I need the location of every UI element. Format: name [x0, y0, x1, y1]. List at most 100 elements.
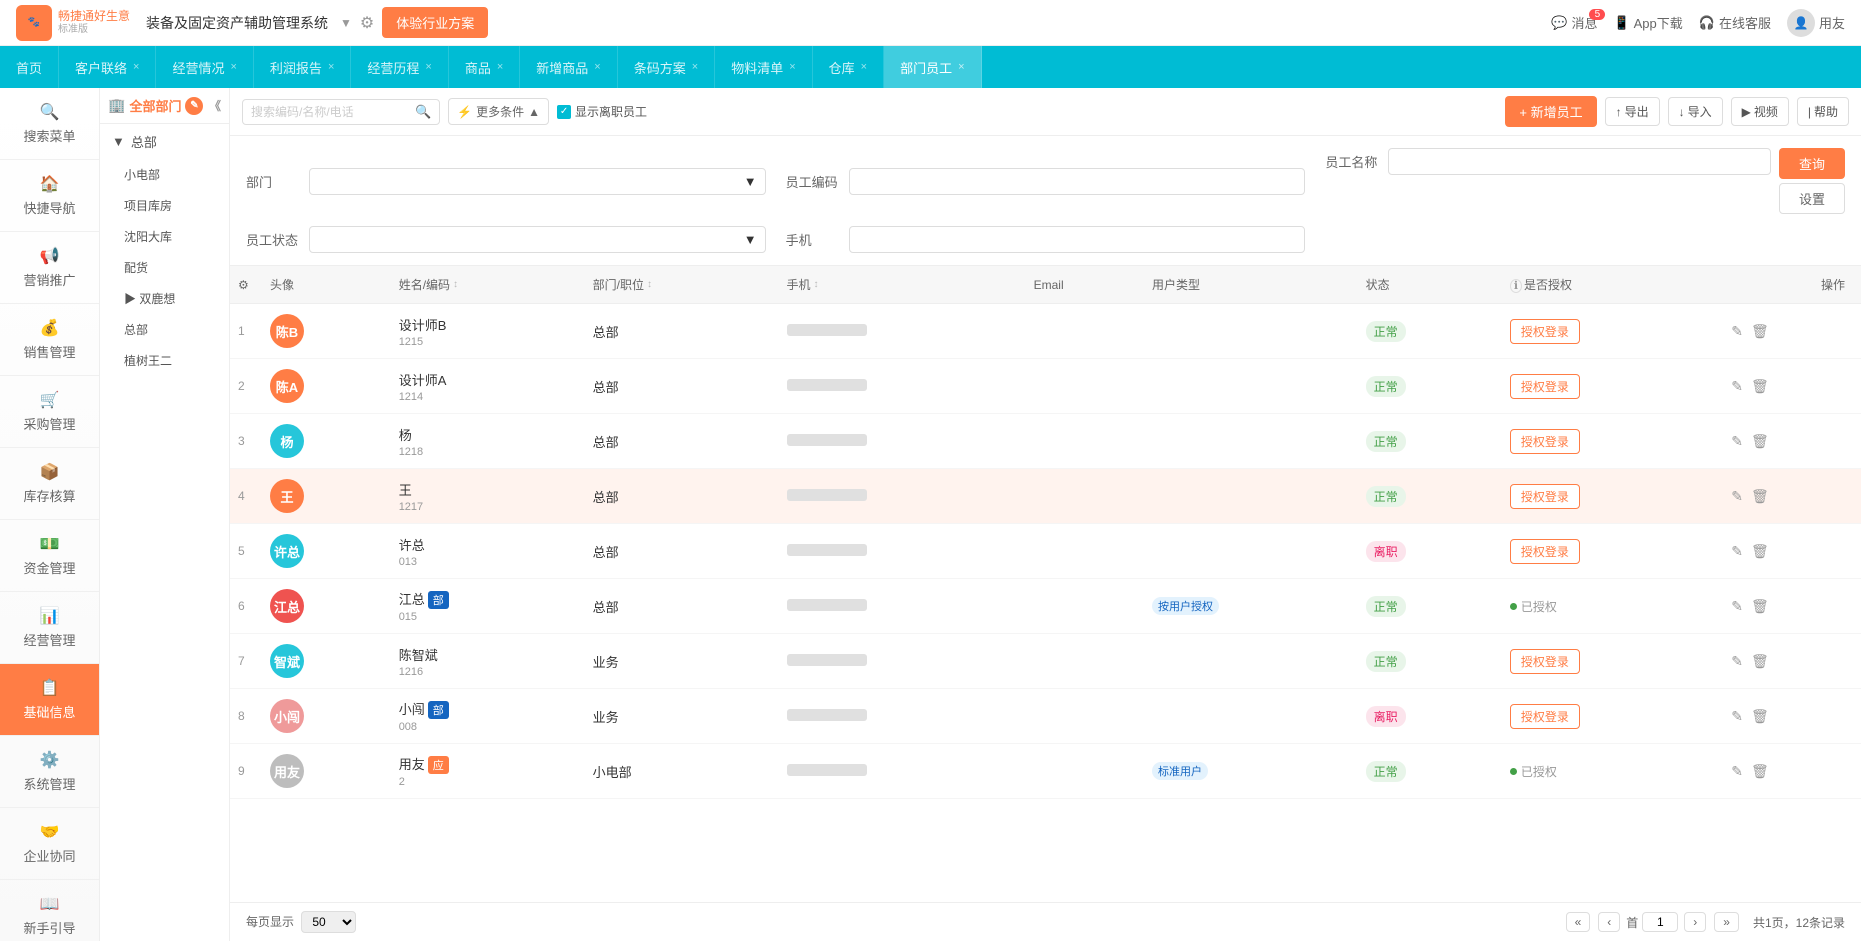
settings-btn[interactable]: 设置 — [1779, 183, 1845, 214]
export-btn[interactable]: ↑ 导出 — [1605, 97, 1660, 126]
close-tab-icon[interactable]: × — [425, 61, 431, 73]
help-btn[interactable]: | 帮助 — [1797, 97, 1849, 126]
close-tab-icon[interactable]: × — [133, 61, 139, 73]
edit-icon[interactable]: ✎ — [1731, 433, 1743, 450]
delete-icon[interactable]: 🗑 — [1751, 543, 1769, 560]
authorize-btn[interactable]: 授权登录 — [1510, 539, 1580, 564]
close-tab-icon[interactable]: × — [497, 61, 503, 73]
edit-icon[interactable]: ✎ — [1731, 543, 1743, 560]
nav-tab-部门员工[interactable]: 部门员工× — [884, 46, 981, 88]
left-nav-销售管理[interactable]: 💰销售管理 — [0, 304, 99, 376]
emp-status-select[interactable]: ▼ — [309, 226, 766, 253]
emp-code-input[interactable] — [849, 168, 1306, 195]
view-btn[interactable]: ▶ 视频 — [1731, 97, 1789, 126]
th-phone[interactable]: 手机 — [779, 266, 1026, 304]
nav-tab-物料清单[interactable]: 物料清单× — [715, 46, 812, 88]
search-btn[interactable]: 查询 — [1779, 148, 1845, 179]
th-settings[interactable]: ⚙ — [230, 266, 262, 304]
phone-input[interactable] — [849, 226, 1306, 253]
left-nav-采购管理[interactable]: 🛒采购管理 — [0, 376, 99, 448]
sidebar-edit-icon[interactable]: ✎ — [185, 97, 203, 115]
delete-icon[interactable]: 🗑 — [1751, 763, 1769, 780]
edit-icon[interactable]: ✎ — [1731, 763, 1743, 780]
left-nav-库存核算[interactable]: 📦库存核算 — [0, 448, 99, 520]
import-btn[interactable]: ↓ 导入 — [1668, 97, 1723, 126]
delete-icon[interactable]: 🗑 — [1751, 653, 1769, 670]
edit-icon[interactable]: ✎ — [1731, 488, 1743, 505]
left-nav-新手引导[interactable]: 📖新手引导 — [0, 880, 99, 941]
left-nav-快捷导航[interactable]: 🏠快捷导航 — [0, 160, 99, 232]
page-input[interactable] — [1642, 912, 1678, 932]
close-tab-icon[interactable]: × — [230, 61, 236, 73]
add-employee-btn[interactable]: + 新增员工 — [1505, 96, 1596, 127]
delete-icon[interactable]: 🗑 — [1751, 378, 1769, 395]
app-download-btn[interactable]: 📱 App下载 — [1613, 13, 1682, 32]
left-nav-企业协同[interactable]: 🤝企业协同 — [0, 808, 99, 880]
left-nav-经营管理[interactable]: 📊经营管理 — [0, 592, 99, 664]
close-tab-icon[interactable]: × — [958, 61, 964, 73]
close-tab-icon[interactable]: × — [789, 61, 795, 73]
trial-button[interactable]: 体验行业方案 — [382, 7, 488, 38]
nav-tab-首页[interactable]: 首页 — [0, 46, 59, 88]
prev-page-btn[interactable]: ‹ — [1598, 912, 1620, 932]
dept-item-项目库房[interactable]: 项目库房 — [100, 190, 229, 221]
sidebar-collapse-btn[interactable]: 《 — [209, 97, 221, 114]
authorize-btn[interactable]: 授权登录 — [1510, 484, 1580, 509]
edit-icon[interactable]: ✎ — [1731, 708, 1743, 725]
close-tab-icon[interactable]: × — [861, 61, 867, 73]
delete-icon[interactable]: 🗑 — [1751, 433, 1769, 450]
nav-tab-利润报告[interactable]: 利润报告× — [254, 46, 351, 88]
left-nav-系统管理[interactable]: ⚙️系统管理 — [0, 736, 99, 808]
emp-name-input[interactable] — [1388, 148, 1771, 175]
authorize-btn[interactable]: 授权登录 — [1510, 374, 1580, 399]
dept-item-沈阳大库[interactable]: 沈阳大库 — [100, 221, 229, 252]
left-nav-营销推广[interactable]: 📢营销推广 — [0, 232, 99, 304]
th-dept-position[interactable]: 部门/职位 — [585, 266, 779, 304]
nav-tab-新增商品[interactable]: 新增商品× — [520, 46, 617, 88]
search-input[interactable] — [251, 105, 411, 119]
nav-tab-经营历程[interactable]: 经营历程× — [351, 46, 448, 88]
delete-icon[interactable]: 🗑 — [1751, 323, 1769, 340]
dept-item-配货[interactable]: 配货 — [100, 252, 229, 283]
system-dropdown-arrow[interactable]: ▼ — [340, 16, 352, 30]
more-filter-btn[interactable]: ⚡ 更多条件 ▲ — [448, 98, 549, 125]
nav-tab-条码方案[interactable]: 条码方案× — [618, 46, 715, 88]
delete-icon[interactable]: 🗑 — [1751, 708, 1769, 725]
authorize-btn[interactable]: 授权登录 — [1510, 319, 1580, 344]
dept-item-植树王二[interactable]: 植树王二 — [100, 345, 229, 376]
authorize-btn[interactable]: 授权登录 — [1510, 649, 1580, 674]
th-name-code[interactable]: 姓名/编码 — [391, 266, 585, 304]
dept-item-双鹿想[interactable]: ▶ 双鹿想 — [100, 283, 229, 314]
edit-icon[interactable]: ✎ — [1731, 653, 1743, 670]
delete-icon[interactable]: 🗑 — [1751, 488, 1769, 505]
authorize-btn[interactable]: 授权登录 — [1510, 704, 1580, 729]
authorize-btn[interactable]: 授权登录 — [1510, 429, 1580, 454]
left-nav-基础信息[interactable]: 📋基础信息 — [0, 664, 99, 736]
dept-item-总部[interactable]: ▼ 总部 — [100, 124, 229, 159]
message-btn[interactable]: 💬 消息 5 — [1551, 13, 1597, 32]
close-tab-icon[interactable]: × — [594, 61, 600, 73]
delete-icon[interactable]: 🗑 — [1751, 598, 1769, 615]
online-service-btn[interactable]: 🎧 在线客服 — [1699, 13, 1771, 32]
close-tab-icon[interactable]: × — [692, 61, 698, 73]
user-avatar[interactable]: 👤 用友 — [1787, 9, 1845, 37]
edit-icon[interactable]: ✎ — [1731, 378, 1743, 395]
dept-item-总部[interactable]: 总部 — [100, 314, 229, 345]
nav-tab-客户联络[interactable]: 客户联络× — [59, 46, 156, 88]
show-resigned-checkbox[interactable]: ✓ 显示离职员工 — [557, 103, 647, 120]
page-size-select[interactable]: 50 20 100 — [301, 911, 356, 933]
nav-tab-仓库[interactable]: 仓库× — [813, 46, 884, 88]
dept-select[interactable]: ▼ — [309, 168, 766, 195]
left-nav-资金管理[interactable]: 💵资金管理 — [0, 520, 99, 592]
last-page-btn[interactable]: » — [1714, 912, 1739, 932]
left-nav-搜索菜单[interactable]: 🔍搜索菜单 — [0, 88, 99, 160]
settings-icon[interactable]: ⚙ — [360, 13, 374, 33]
dept-item-小电部[interactable]: 小电部 — [100, 159, 229, 190]
nav-tab-经营情况[interactable]: 经营情况× — [156, 46, 253, 88]
close-tab-icon[interactable]: × — [328, 61, 334, 73]
edit-icon[interactable]: ✎ — [1731, 323, 1743, 340]
next-page-btn[interactable]: › — [1684, 912, 1706, 932]
nav-tab-商品[interactable]: 商品× — [449, 46, 520, 88]
first-page-btn[interactable]: « — [1566, 912, 1591, 932]
edit-icon[interactable]: ✎ — [1731, 598, 1743, 615]
